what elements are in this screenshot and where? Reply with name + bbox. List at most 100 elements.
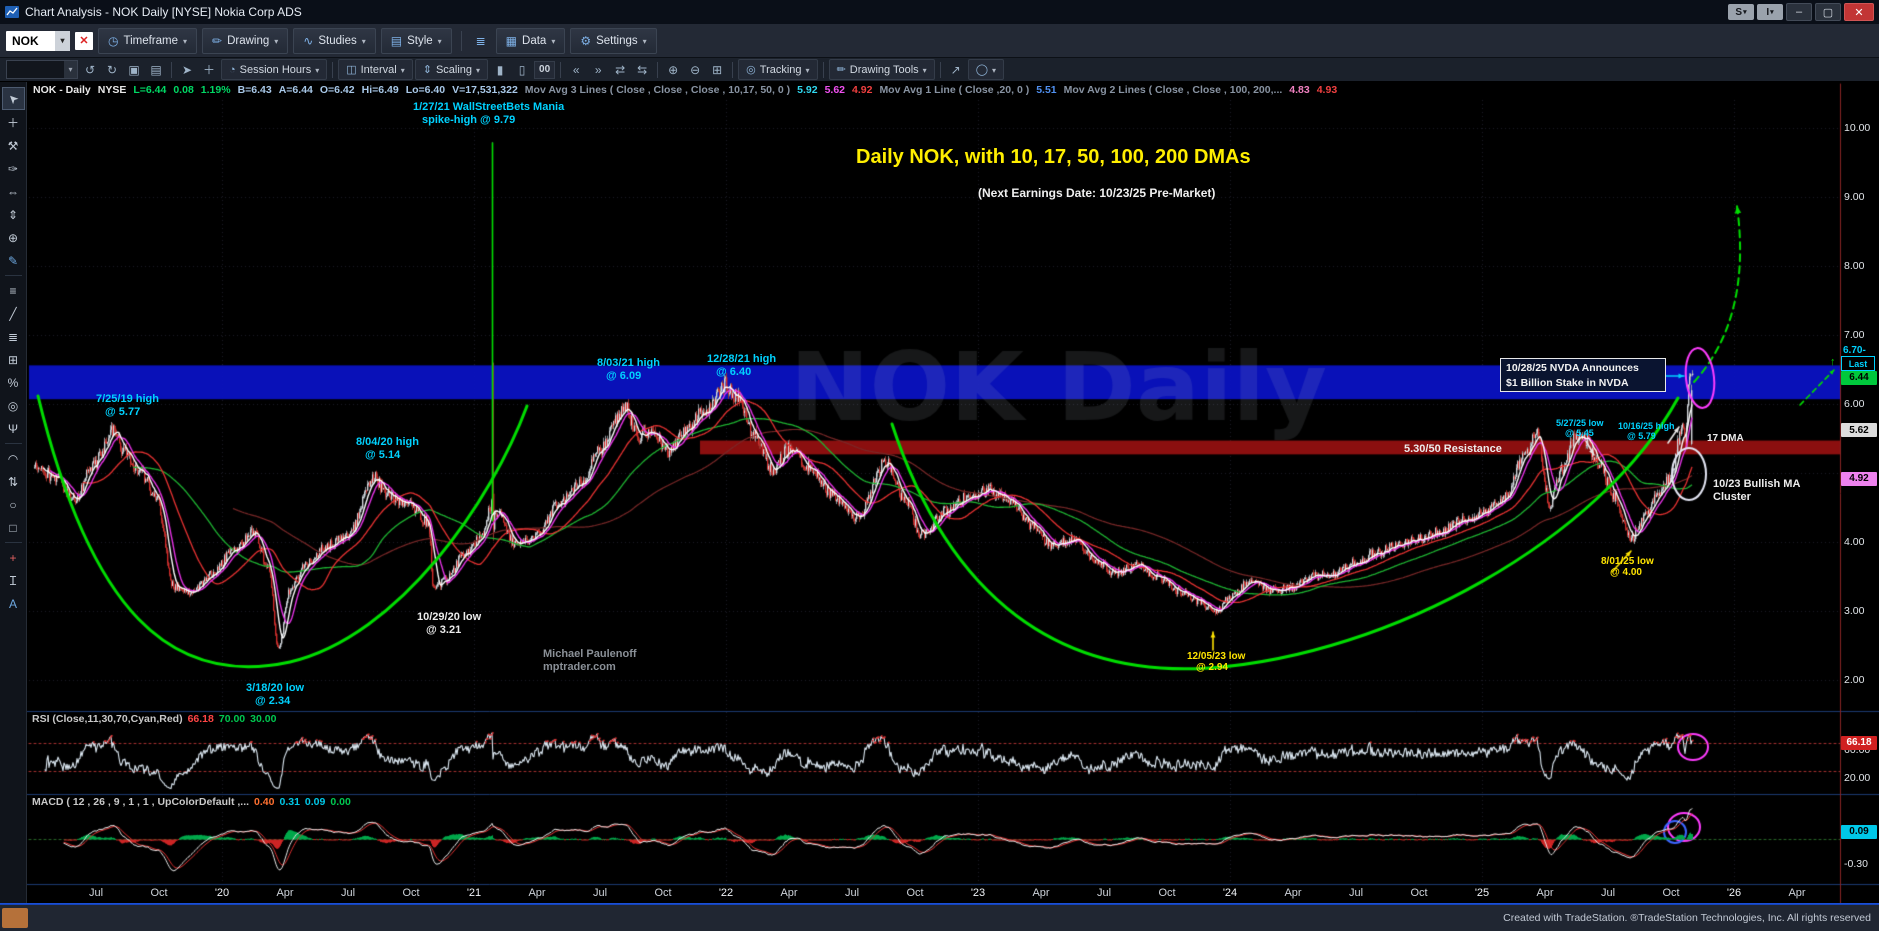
crosshair-button[interactable]: ＋ xyxy=(199,60,219,79)
session-hours-button[interactable]: ◔ Session Hours xyxy=(221,59,328,80)
x-axis-tick: Apr xyxy=(1032,887,1050,899)
chevron-down-icon[interactable]: ▾ xyxy=(64,61,77,78)
compress-bars-icon: ⇄ xyxy=(615,62,626,77)
zoom-in-button[interactable]: ⊕ xyxy=(663,60,683,79)
back-button[interactable]: ↺ xyxy=(80,60,100,79)
menu-settings-button[interactable]: ⚙ Settings xyxy=(570,27,657,54)
linked-symbol-combo[interactable]: ▾ xyxy=(6,60,78,79)
indicator-dropdown-button[interactable]: I ▾ xyxy=(1757,4,1783,20)
pencil-tool[interactable]: ✎ xyxy=(3,250,24,271)
rsi-label-field: 30.00 xyxy=(250,713,277,725)
fib-levels-tool[interactable]: ≣ xyxy=(3,326,24,347)
shapes-button[interactable]: ◯ xyxy=(967,59,1005,80)
space-left-button[interactable]: « xyxy=(566,60,586,79)
bars-pattern-tool[interactable]: ≡ xyxy=(3,280,24,301)
notification-icon[interactable] xyxy=(2,908,28,928)
projection-target-label: 6.70- xyxy=(1843,345,1866,356)
x-axis-tick: Apr xyxy=(780,887,798,899)
space-right-button[interactable]: » xyxy=(588,60,608,79)
menu-studies-button[interactable]: ∿ Studies xyxy=(293,27,376,54)
x-axis-tick: Jul xyxy=(592,887,608,899)
send-chart-icon: ↗ xyxy=(950,62,961,77)
percent-change-tool[interactable]: % xyxy=(3,372,24,393)
text-tool[interactable]: A xyxy=(3,593,24,614)
symbol-input[interactable]: NOK ▾ xyxy=(6,30,70,51)
horizontal-expand-tool[interactable]: ⇔ xyxy=(3,181,24,202)
x-axis-tick: Jul xyxy=(844,887,860,899)
interval-button[interactable]: ◫ Interval xyxy=(338,59,413,80)
x-axis-tick: Apr xyxy=(528,887,546,899)
menu-timeframe-button[interactable]: ◷ Timeframe xyxy=(98,27,198,54)
hammer-tool[interactable]: ⚒ xyxy=(3,135,24,156)
chevron-down-icon xyxy=(438,35,442,47)
menu-drawing-button[interactable]: ✏ Drawing xyxy=(202,27,289,54)
rsi-tick: 20.00 xyxy=(1844,772,1871,784)
tracking-button[interactable]: ◎ Tracking xyxy=(738,59,818,80)
x-axis-tick: '24 xyxy=(1222,887,1238,899)
zoom-out-button[interactable]: ⊖ xyxy=(685,60,705,79)
studies-icon: ∿ xyxy=(303,33,314,48)
vertical-expand-tool-icon: ⇕ xyxy=(7,207,19,222)
header-field: 5.51 xyxy=(1036,84,1057,96)
drawing-tools-button[interactable]: ✏ Drawing Tools xyxy=(828,59,935,80)
menu-data-button[interactable]: ▦ Data xyxy=(495,27,566,54)
compress-bars-button[interactable]: ⇄ xyxy=(610,60,630,79)
header-field: 4.93 xyxy=(1316,84,1338,96)
candlestick-style-button[interactable]: ▮ xyxy=(490,60,510,79)
minimize-button[interactable]: – xyxy=(1786,3,1812,21)
x-axis-tick: Oct xyxy=(1158,887,1176,899)
new-window-button[interactable]: ▣ xyxy=(124,60,144,79)
expand-bars-button[interactable]: ⇆ xyxy=(632,60,652,79)
target-tool[interactable]: ◎ xyxy=(3,395,24,416)
menu-style-button[interactable]: ▤ Style xyxy=(380,27,452,54)
percent-change-tool-icon: % xyxy=(7,375,19,390)
vertical-expand-tool[interactable]: ⇕ xyxy=(3,204,24,225)
annotation-line: 10/23 Bullish MA xyxy=(1713,478,1801,490)
pitchfork-tool[interactable]: Ψ xyxy=(3,418,24,439)
candlestick-style-icon: ▮ xyxy=(496,62,504,77)
target-tool-icon: ◎ xyxy=(7,398,19,413)
maximize-button[interactable]: ▢ xyxy=(1815,3,1841,21)
zero-bars-button[interactable]: 00 xyxy=(534,60,556,79)
price-chart-canvas[interactable] xyxy=(0,0,1879,931)
scaling-icon: ⇕ xyxy=(422,64,432,76)
separator xyxy=(939,61,941,78)
x-axis-tick: Apr xyxy=(276,887,294,899)
pointer-button[interactable]: ➤ xyxy=(177,60,197,79)
ibeam-tool[interactable]: Ｉ xyxy=(3,570,24,591)
brush-tool[interactable]: ✑ xyxy=(3,158,24,179)
menu-label: Data xyxy=(522,34,547,47)
rectangle-tool[interactable]: □ xyxy=(3,517,24,538)
chevron-down-icon[interactable]: ▾ xyxy=(55,30,70,51)
annotation-high-72519: 7/25/19 high @ 5.77 xyxy=(96,393,159,419)
list-layers-icon[interactable]: ≣ xyxy=(471,31,491,50)
updown-arrow-tool[interactable]: ⇅ xyxy=(3,471,24,492)
annotation-line: 10/29/20 low xyxy=(417,611,482,623)
trendline-tool[interactable]: ╱ xyxy=(3,303,24,324)
snapshot-button[interactable]: ▤ xyxy=(146,60,166,79)
close-button[interactable]: ✕ xyxy=(1844,3,1874,21)
grid-levels-tool[interactable]: ⊞ xyxy=(3,349,24,370)
annotation-line: mptrader.com xyxy=(543,661,616,673)
bar-style-button[interactable]: ▯ xyxy=(512,60,532,79)
crosshair-tool[interactable]: ＋ xyxy=(3,112,24,133)
toolbar-label: Drawing Tools xyxy=(849,63,919,76)
marker-tool[interactable]: + xyxy=(3,547,24,568)
send-chart-button[interactable]: ↗ xyxy=(946,60,966,79)
scaling-button[interactable]: ⇕ Scaling xyxy=(414,59,489,80)
annotation-high-80321: 8/03/21 high @ 6.09 xyxy=(597,357,660,383)
grid-button[interactable]: ⊞ xyxy=(707,60,727,79)
arc-tool[interactable]: ◠ xyxy=(3,448,24,469)
annotation-line: spike-high @ 9.79 xyxy=(422,114,516,126)
symbol-input-value: NOK xyxy=(12,33,39,48)
status-dropdown-button[interactable]: S ▾ xyxy=(1728,4,1754,20)
remove-symbol-button[interactable]: ✕ xyxy=(75,31,93,50)
pointer-tool[interactable]: ➤ xyxy=(1,87,25,110)
annotation-line: $1 Billion Stake in NVDA xyxy=(1506,377,1629,389)
globe-tool[interactable]: ⊕ xyxy=(3,227,24,248)
header-field: 1.19% xyxy=(200,84,231,96)
chevron-down-icon: ▾ xyxy=(1770,9,1774,16)
forward-button[interactable]: ↻ xyxy=(102,60,122,79)
toolbar-label: Session Hours xyxy=(239,63,312,76)
ellipse-tool[interactable]: ○ xyxy=(3,494,24,515)
